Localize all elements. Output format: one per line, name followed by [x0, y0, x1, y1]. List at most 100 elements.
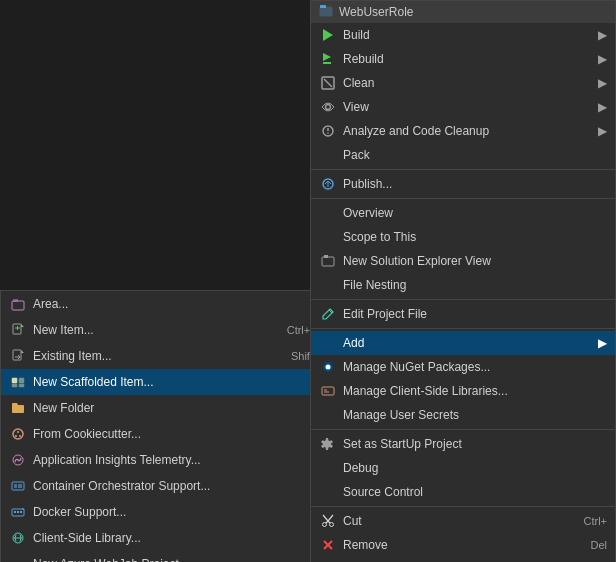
context-item-startup[interactable]: Set as StartUp Project: [311, 432, 615, 456]
analyze-label: Analyze and Code Cleanup: [343, 124, 489, 138]
folder-label: New Folder: [33, 401, 346, 415]
folder-icon: [9, 399, 27, 417]
svg-rect-35: [13, 299, 18, 302]
publish-icon: [319, 175, 337, 193]
submenu-item-area[interactable]: Area...: [1, 291, 354, 317]
svg-point-19: [326, 365, 331, 370]
svg-marker-2: [323, 29, 333, 41]
usersecrets-icon: [319, 406, 337, 424]
svg-rect-34: [12, 301, 24, 310]
submenu-left: Area... New Item... Ctrl+Shift+A Existin…: [0, 290, 355, 562]
context-item-scope[interactable]: Scope to This: [311, 225, 615, 249]
submenu-item-existing[interactable]: Existing Item... Shift+Alt+A: [1, 343, 354, 369]
clientside-label: Manage Client-Side Libraries...: [343, 384, 508, 398]
svg-rect-57: [17, 511, 19, 513]
svg-point-47: [13, 429, 23, 439]
edit-project-label: Edit Project File: [343, 307, 427, 321]
context-item-usersecrets[interactable]: Manage User Secrets: [311, 403, 615, 427]
svg-point-24: [323, 523, 327, 527]
svg-point-48: [17, 431, 19, 433]
view-arrow: ▶: [598, 100, 607, 114]
svg-rect-20: [322, 387, 334, 395]
file-nesting-icon: [319, 276, 337, 294]
context-item-file-nesting[interactable]: File Nesting: [311, 273, 615, 297]
cookiecutter-label: From Cookiecutter...: [33, 427, 346, 441]
context-item-add[interactable]: Add ▶: [311, 331, 615, 355]
submenu-item-folder[interactable]: New Folder: [1, 395, 354, 421]
build-arrow: ▶: [598, 28, 607, 42]
area-icon: [9, 295, 27, 313]
submenu-item-appinsights[interactable]: Application Insights Telemetry...: [1, 447, 354, 473]
submenu-item-container[interactable]: Container Orchestrator Support...: [1, 473, 354, 499]
clean-arrow: ▶: [598, 76, 607, 90]
view-label: View: [343, 100, 369, 114]
solution-icon: [319, 252, 337, 270]
context-item-pack[interactable]: Pack: [311, 143, 615, 167]
add-arrow: ▶: [598, 336, 607, 350]
context-item-nuget[interactable]: Manage NuGet Packages...: [311, 355, 615, 379]
docker-icon: [9, 503, 27, 521]
separator-5: [311, 429, 615, 430]
remove-icon: [319, 536, 337, 554]
edit-icon: [319, 305, 337, 323]
overview-icon: [319, 204, 337, 222]
context-item-debug[interactable]: Debug: [311, 456, 615, 480]
clientlib-icon: [9, 529, 27, 547]
svg-rect-4: [323, 62, 331, 64]
pack-label: Pack: [343, 148, 370, 162]
context-item-sourcecontrol[interactable]: Source Control: [311, 480, 615, 504]
area-label: Area...: [33, 297, 346, 311]
cut-label: Cut: [343, 514, 362, 528]
context-item-new-solution[interactable]: New Solution Explorer View: [311, 249, 615, 273]
separator-6: [311, 506, 615, 507]
build-label: Build: [343, 28, 370, 42]
submenu-item-scaffold[interactable]: New Scaffolded Item...: [1, 369, 354, 395]
svg-rect-45: [12, 384, 17, 387]
context-item-analyze[interactable]: Analyze and Code Cleanup ▶: [311, 119, 615, 143]
scaffold-icon: [9, 373, 27, 391]
context-item-remove[interactable]: Remove Del: [311, 533, 615, 557]
sourcecontrol-label: Source Control: [343, 485, 423, 499]
separator-3: [311, 299, 615, 300]
svg-rect-40: [13, 350, 21, 360]
cut-shortcut: Ctrl+: [583, 515, 607, 527]
svg-line-26: [323, 515, 328, 521]
scope-icon: [319, 228, 337, 246]
context-item-publish[interactable]: Publish...: [311, 172, 615, 196]
nuget-label: Manage NuGet Packages...: [343, 360, 490, 374]
svg-line-6: [324, 79, 332, 87]
svg-rect-43: [12, 378, 17, 383]
context-item-build[interactable]: Build ▶: [311, 23, 615, 47]
svg-rect-44: [19, 378, 24, 383]
svg-point-50: [19, 435, 21, 437]
context-item-overview[interactable]: Overview: [311, 201, 615, 225]
startup-label: Set as StartUp Project: [343, 437, 462, 451]
svg-marker-41: [21, 350, 24, 353]
context-item-clientside[interactable]: Manage Client-Side Libraries...: [311, 379, 615, 403]
svg-point-49: [15, 435, 17, 437]
submenu-item-docker[interactable]: Docker Support...: [1, 499, 354, 525]
clientside-icon: [319, 382, 337, 400]
context-item-clean[interactable]: Clean ▶: [311, 71, 615, 95]
context-item-view[interactable]: View ▶: [311, 95, 615, 119]
separator-2: [311, 198, 615, 199]
svg-point-25: [330, 523, 334, 527]
submenu-item-new-item[interactable]: New Item... Ctrl+Shift+A: [1, 317, 354, 343]
context-item-cut[interactable]: Cut Ctrl+: [311, 509, 615, 533]
svg-rect-16: [324, 255, 328, 258]
title-bar: WebUserRole: [311, 1, 615, 23]
remove-label: Remove: [343, 538, 388, 552]
rebuild-label: Rebuild: [343, 52, 384, 66]
analyze-arrow: ▶: [598, 124, 607, 138]
build-icon: [319, 26, 337, 44]
submenu-item-clientlib[interactable]: Client-Side Library...: [1, 525, 354, 551]
context-item-rebuild[interactable]: Rebuild ▶: [311, 47, 615, 71]
submenu-item-cookiecutter[interactable]: From Cookiecutter...: [1, 421, 354, 447]
existing-icon: [9, 347, 27, 365]
existing-label: Existing Item...: [33, 349, 271, 363]
debug-label: Debug: [343, 461, 378, 475]
context-item-edit-project[interactable]: Edit Project File: [311, 302, 615, 326]
nuget-icon: [319, 358, 337, 376]
submenu-item-webjob[interactable]: New Azure WebJob Project: [1, 551, 354, 562]
context-item-rename[interactable]: Rename: [311, 557, 615, 562]
